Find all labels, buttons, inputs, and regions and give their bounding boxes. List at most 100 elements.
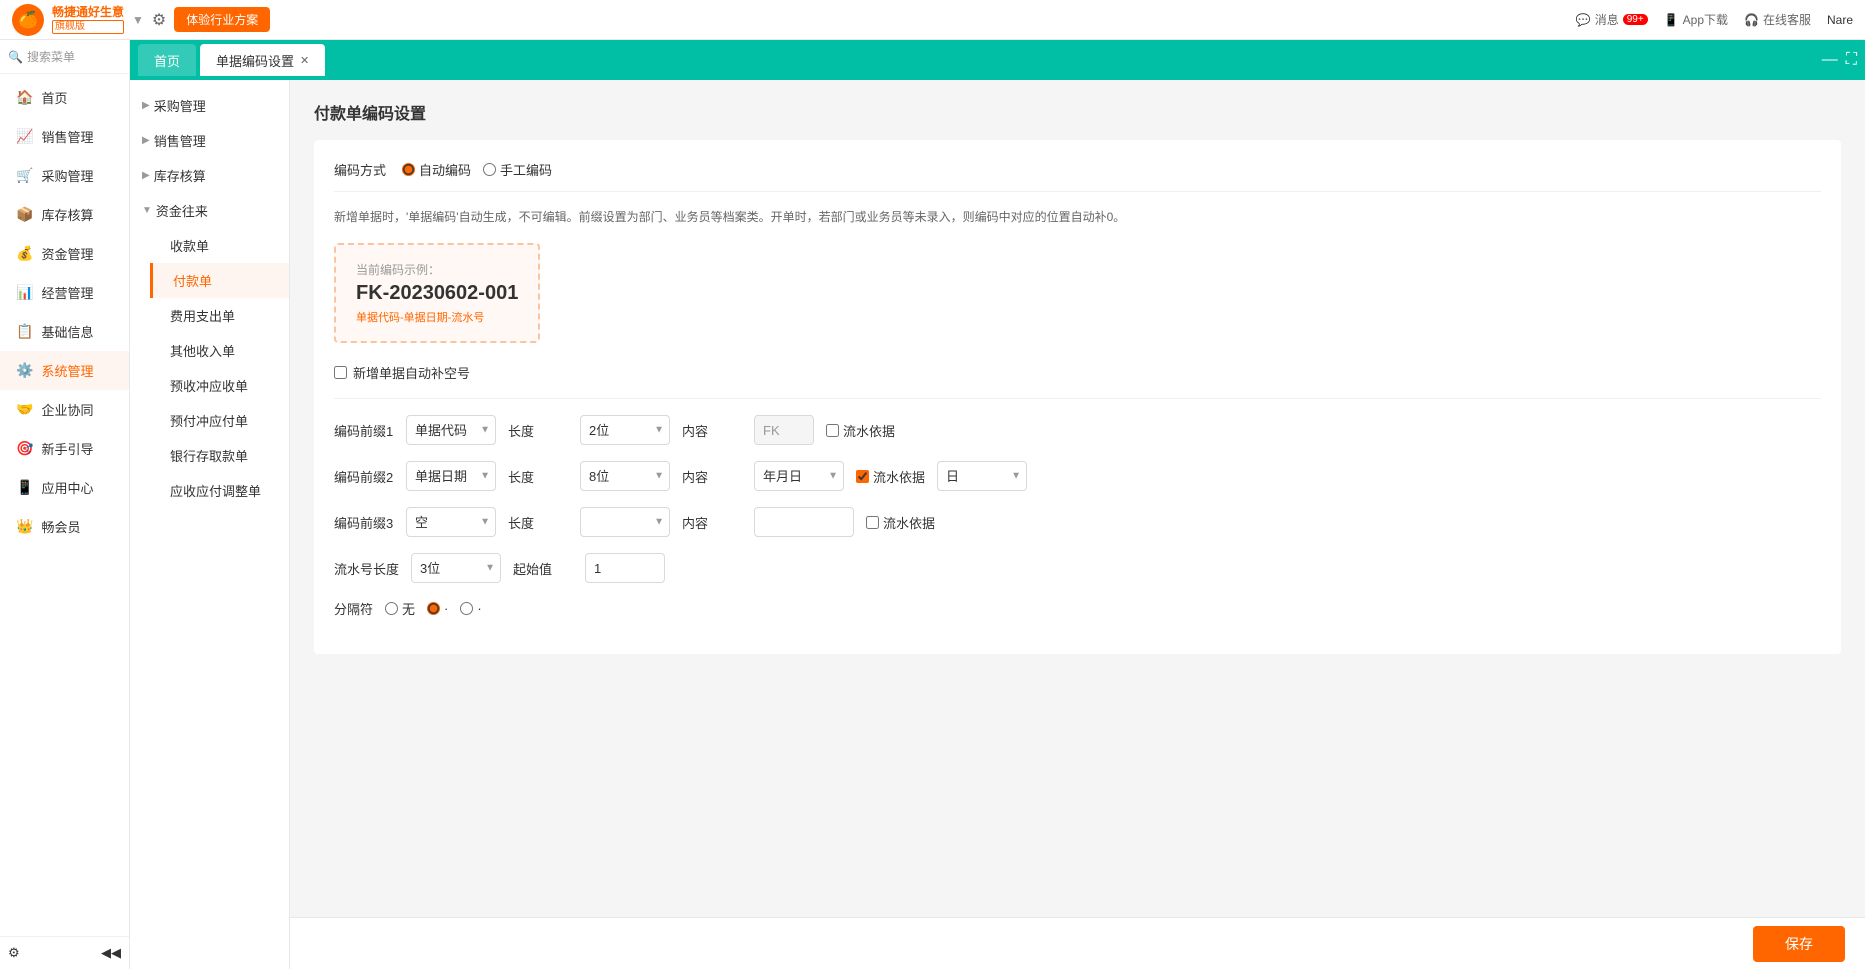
tab-minimize-button[interactable]: — xyxy=(1822,51,1838,69)
sidebar-item-inventory[interactable]: 📦 库存核算 xyxy=(0,195,129,234)
sidebar-item-label: 畅会员 xyxy=(41,517,80,536)
online-service[interactable]: 🎧 在线客服 xyxy=(1744,11,1811,28)
apps-icon: 📱 xyxy=(16,479,33,496)
stream1-checkbox[interactable] xyxy=(826,424,839,437)
menu-group-purchase: ▶ 采购管理 xyxy=(130,88,289,123)
sidebar-item-operations[interactable]: 📊 经营管理 xyxy=(0,273,129,312)
menu-group-purchase-label: 采购管理 xyxy=(154,96,206,115)
arrow-icon: ▶ xyxy=(142,135,150,146)
menu-item-prepay-ar[interactable]: 预收冲应收单 xyxy=(150,368,289,403)
sidebar-item-membership[interactable]: 👑 畅会员 xyxy=(0,507,129,546)
content3-label: 内容 xyxy=(682,513,742,532)
stream3-checkbox-label[interactable]: 流水依据 xyxy=(866,513,935,532)
user-name[interactable]: Nare xyxy=(1827,13,1853,27)
content-area: ▶ 采购管理 ▶ 销售管理 ▶ 库存核算 xyxy=(130,80,1865,969)
radio-manual-code-input[interactable] xyxy=(483,163,496,176)
sales-icon: 📈 xyxy=(16,128,33,145)
menu-group-inventory-title[interactable]: ▶ 库存核算 xyxy=(130,158,289,193)
sidebar-item-basic[interactable]: 📋 基础信息 xyxy=(0,312,129,351)
service-icon: 🎧 xyxy=(1744,13,1759,27)
length1-select[interactable]: 2位 4位 8位 xyxy=(580,415,670,445)
menu-item-prepay-ap[interactable]: 预付冲应付单 xyxy=(150,403,289,438)
logo-icon: 🍊 xyxy=(12,4,44,36)
sidebar-item-guide[interactable]: 🎯 新手引导 xyxy=(0,429,129,468)
bottom-bar: 保存 xyxy=(290,917,1865,969)
tab-close-icon[interactable]: ✕ xyxy=(300,54,309,67)
separator-dot-radio[interactable] xyxy=(427,602,440,615)
prefix1-select[interactable]: 单据代码 单据日期 空 xyxy=(406,415,496,445)
radio-auto-code[interactable]: 自动编码 xyxy=(402,160,471,179)
content3-input[interactable] xyxy=(754,507,854,537)
menu-item-payment[interactable]: 付款单 xyxy=(150,263,289,298)
tabbar: 首页 单据编码设置 ✕ — ⛶ xyxy=(130,40,1865,80)
auto-fill-checkbox[interactable] xyxy=(334,366,347,379)
separator-dash-radio[interactable] xyxy=(460,602,473,615)
menu-item-adjustment[interactable]: 应收应付调整单 xyxy=(150,473,289,508)
separator-none[interactable]: 无 xyxy=(385,599,415,618)
tab-home[interactable]: 首页 xyxy=(138,44,196,76)
menu-group-capital-title[interactable]: ▼ 资金往来 xyxy=(130,193,289,228)
basic-icon: 📋 xyxy=(16,323,33,340)
topbar-dropdown[interactable]: ▼ xyxy=(132,13,144,27)
page-title: 付款单编码设置 xyxy=(314,100,1841,124)
app-icon: 📱 xyxy=(1664,13,1679,27)
tab-code-settings[interactable]: 单据编码设置 ✕ xyxy=(200,44,325,76)
logo-sub: 旗舰版 xyxy=(52,20,124,34)
message-area[interactable]: 💬 消息 99+ xyxy=(1576,11,1648,28)
menu-item-expense[interactable]: 费用支出单 xyxy=(150,298,289,333)
stream2-period-select[interactable]: 日 月 年 xyxy=(937,461,1027,491)
search-menu[interactable]: 🔍 搜索菜单 xyxy=(0,40,129,74)
stream2-checkbox[interactable] xyxy=(856,470,869,483)
message-label: 消息 xyxy=(1595,11,1619,28)
length1-label: 长度 xyxy=(508,421,568,440)
prefix2-select[interactable]: 单据日期 单据代码 空 xyxy=(406,461,496,491)
stream3-checkbox[interactable] xyxy=(866,516,879,529)
sidebar-item-sales[interactable]: 📈 销售管理 xyxy=(0,117,129,156)
sidebar-item-finance[interactable]: 💰 资金管理 xyxy=(0,234,129,273)
serial-length-select[interactable]: 3位 4位 5位 xyxy=(411,553,501,583)
sidebar-item-home[interactable]: 🏠 首页 xyxy=(0,78,129,117)
menu-item-other-income[interactable]: 其他收入单 xyxy=(150,333,289,368)
serial-length-label: 流水号长度 xyxy=(334,559,399,578)
menu-group-purchase-title[interactable]: ▶ 采购管理 xyxy=(130,88,289,123)
main-layout: 🔍 搜索菜单 🏠 首页 📈 销售管理 🛒 采购管理 📦 库存核算 💰 xyxy=(0,40,1865,969)
stream2-checkbox-label[interactable]: 流水依据 xyxy=(856,467,925,486)
length2-select[interactable]: 8位 2位 4位 xyxy=(580,461,670,491)
length1-select-wrapper: 2位 4位 8位 ▼ xyxy=(580,415,670,445)
inventory-icon: 📦 xyxy=(16,206,33,223)
length3-select[interactable] xyxy=(580,507,670,537)
content2-select[interactable]: 年月日 年月 年 xyxy=(754,461,844,491)
sidebar-item-purchase[interactable]: 🛒 采购管理 xyxy=(0,156,129,195)
save-button[interactable]: 保存 xyxy=(1753,926,1845,962)
menu-item-receipt[interactable]: 收款单 xyxy=(150,228,289,263)
radio-auto-code-input[interactable] xyxy=(402,163,415,176)
content1-label: 内容 xyxy=(682,421,742,440)
sidebar-item-apps[interactable]: 📱 应用中心 xyxy=(0,468,129,507)
menu-group-sales-title[interactable]: ▶ 销售管理 xyxy=(130,123,289,158)
sidebar-item-enterprise[interactable]: 🤝 企业协同 xyxy=(0,390,129,429)
topbar-right: 💬 消息 99+ 📱 App下载 🎧 在线客服 Nare xyxy=(1576,11,1853,28)
stream1-checkbox-label[interactable]: 流水依据 xyxy=(826,421,895,440)
sidebar-bottom: ⚙ ◀◀ xyxy=(0,936,129,969)
start-value-label: 起始值 xyxy=(513,559,573,578)
trial-button[interactable]: 体验行业方案 xyxy=(174,7,270,32)
settings-icon[interactable]: ⚙ xyxy=(152,10,166,30)
separator-dash[interactable]: · xyxy=(460,601,481,616)
sidebar-item-system[interactable]: ⚙️ 系统管理 xyxy=(0,351,129,390)
menu-group-sales: ▶ 销售管理 xyxy=(130,123,289,158)
form-row-prefix2: 编码前缀2 单据日期 单据代码 空 ▼ 长度 xyxy=(334,461,1821,491)
menu-item-bank[interactable]: 银行存取款单 xyxy=(150,438,289,473)
radio-manual-code[interactable]: 手工编码 xyxy=(483,160,552,179)
separator-row: 分隔符 无 · xyxy=(334,599,1821,618)
sidebar-item-label: 新手引导 xyxy=(41,439,93,458)
start-value-input[interactable] xyxy=(585,553,665,583)
separator-none-radio[interactable] xyxy=(385,602,398,615)
separator-dot[interactable]: · xyxy=(427,601,448,616)
collapse-icon[interactable]: ◀◀ xyxy=(101,945,121,961)
app-download[interactable]: 📱 App下载 xyxy=(1664,11,1728,28)
arrow-icon: ▶ xyxy=(142,170,150,181)
settings-bottom-icon[interactable]: ⚙ xyxy=(8,945,20,961)
tab-maximize-button[interactable]: ⛶ xyxy=(1846,51,1857,69)
separator-options: 无 · · xyxy=(385,599,482,618)
prefix3-select[interactable]: 空 单据代码 单据日期 xyxy=(406,507,496,537)
